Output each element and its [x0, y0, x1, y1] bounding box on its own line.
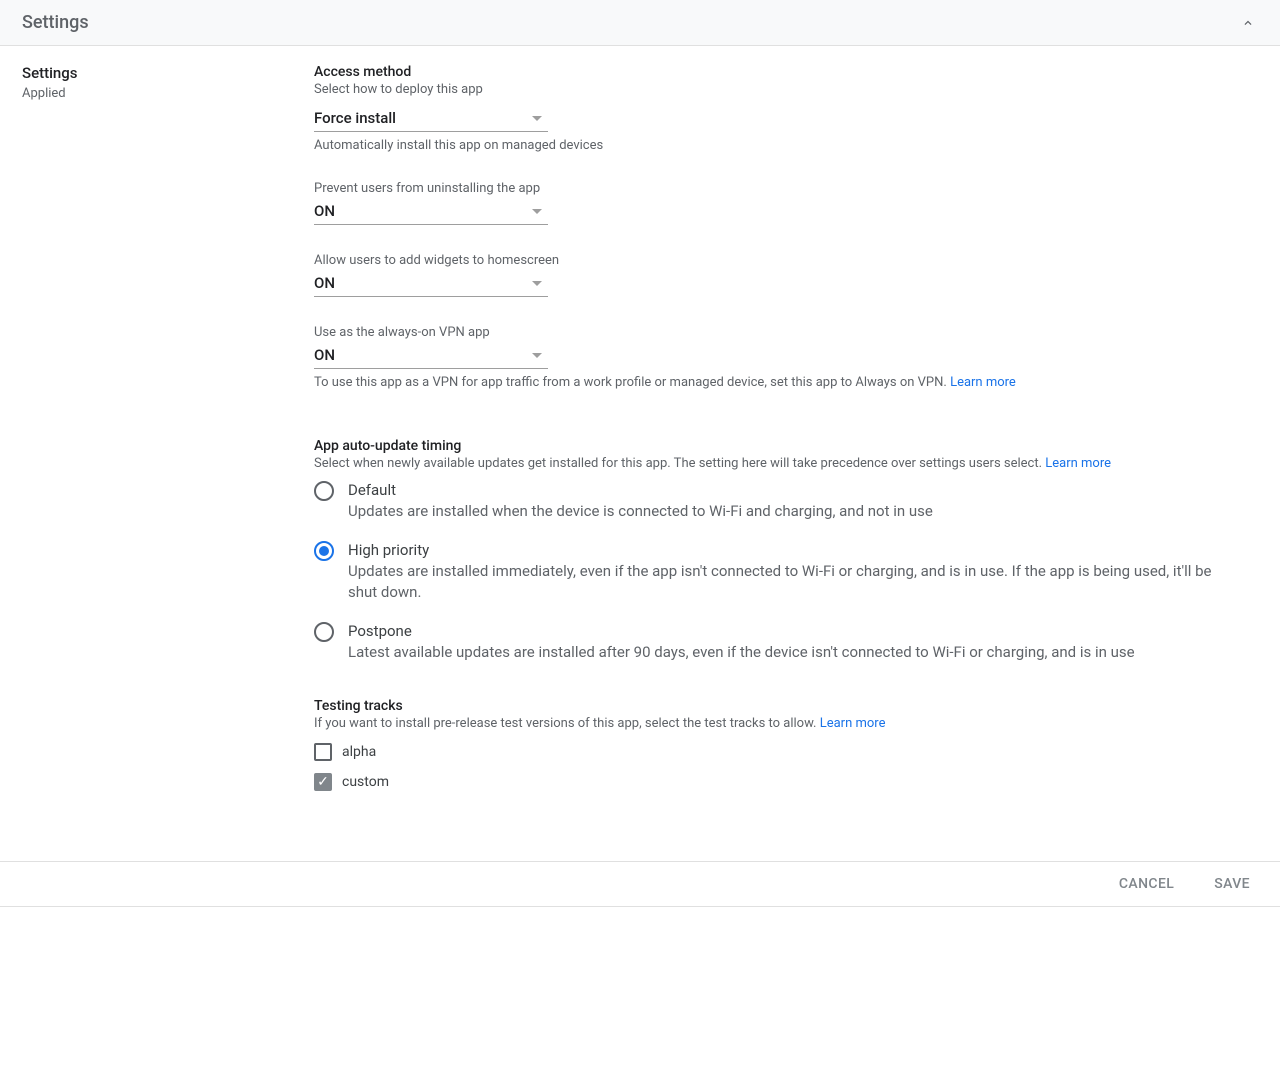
- vpn-hint-text: To use this app as a VPN for app traffic…: [314, 375, 950, 390]
- footer: CANCEL SAVE: [0, 861, 1280, 907]
- save-button[interactable]: SAVE: [1214, 876, 1250, 892]
- access-method-title: Access method: [314, 64, 1224, 80]
- page-title: Settings: [22, 12, 89, 33]
- checkbox-alpha[interactable]: alpha: [314, 743, 1224, 761]
- radio-desc: Latest available updates are installed a…: [348, 642, 1135, 662]
- radio-icon: [314, 481, 334, 501]
- caret-down-icon: [532, 353, 542, 358]
- radio-icon: [314, 541, 334, 561]
- radio-label: Postpone: [348, 622, 1135, 640]
- caret-down-icon: [532, 209, 542, 214]
- auto-update-learn-more-link[interactable]: Learn more: [1045, 456, 1111, 471]
- radio-option-high-priority[interactable]: High priority Updates are installed imme…: [314, 541, 1224, 602]
- sidebar: Settings Applied: [0, 46, 314, 119]
- access-method-hint: Automatically install this app on manage…: [314, 138, 1224, 153]
- checkbox-icon: ✓: [314, 773, 332, 791]
- auto-update-title: App auto-update timing: [314, 438, 1224, 454]
- widgets-label: Allow users to add widgets to homescreen: [314, 253, 1224, 268]
- radio-option-postpone[interactable]: Postpone Latest available updates are in…: [314, 622, 1224, 662]
- sidebar-status: Applied: [22, 86, 292, 101]
- collapse-button[interactable]: [1238, 13, 1258, 33]
- checkbox-label: alpha: [342, 744, 376, 760]
- testing-tracks-desc-text: If you want to install pre-release test …: [314, 716, 820, 731]
- vpn-label: Use as the always-on VPN app: [314, 325, 1224, 340]
- widgets-select[interactable]: ON: [314, 270, 548, 297]
- prevent-uninstall-value: ON: [314, 202, 335, 220]
- auto-update-desc-text: Select when newly available updates get …: [314, 456, 1045, 471]
- cancel-button[interactable]: CANCEL: [1119, 876, 1174, 892]
- checkbox-icon: [314, 743, 332, 761]
- check-icon: ✓: [317, 775, 329, 789]
- radio-label: Default: [348, 481, 933, 499]
- radio-option-default[interactable]: Default Updates are installed when the d…: [314, 481, 1224, 521]
- radio-icon: [314, 622, 334, 642]
- access-method-value: Force install: [314, 109, 396, 127]
- main-content: Access method Select how to deploy this …: [314, 46, 1264, 831]
- access-method-select[interactable]: Force install: [314, 105, 548, 132]
- header: Settings: [0, 0, 1280, 46]
- testing-tracks-title: Testing tracks: [314, 698, 1224, 714]
- checkbox-label: custom: [342, 774, 389, 790]
- prevent-uninstall-label: Prevent users from uninstalling the app: [314, 181, 1224, 196]
- access-method-desc: Select how to deploy this app: [314, 82, 1224, 97]
- vpn-learn-more-link[interactable]: Learn more: [950, 375, 1016, 390]
- auto-update-desc: Select when newly available updates get …: [314, 456, 1224, 471]
- prevent-uninstall-select[interactable]: ON: [314, 198, 548, 225]
- checkbox-custom[interactable]: ✓ custom: [314, 773, 1224, 791]
- radio-desc: Updates are installed when the device is…: [348, 501, 933, 521]
- testing-tracks-desc: If you want to install pre-release test …: [314, 716, 1224, 731]
- caret-down-icon: [532, 116, 542, 121]
- vpn-value: ON: [314, 346, 335, 364]
- chevron-up-icon: [1241, 16, 1255, 30]
- vpn-hint: To use this app as a VPN for app traffic…: [314, 375, 1224, 390]
- radio-desc: Updates are installed immediately, even …: [348, 561, 1224, 602]
- widgets-value: ON: [314, 274, 335, 292]
- testing-learn-more-link[interactable]: Learn more: [820, 716, 886, 731]
- vpn-select[interactable]: ON: [314, 342, 548, 369]
- radio-label: High priority: [348, 541, 1224, 559]
- caret-down-icon: [532, 281, 542, 286]
- sidebar-title: Settings: [22, 64, 292, 82]
